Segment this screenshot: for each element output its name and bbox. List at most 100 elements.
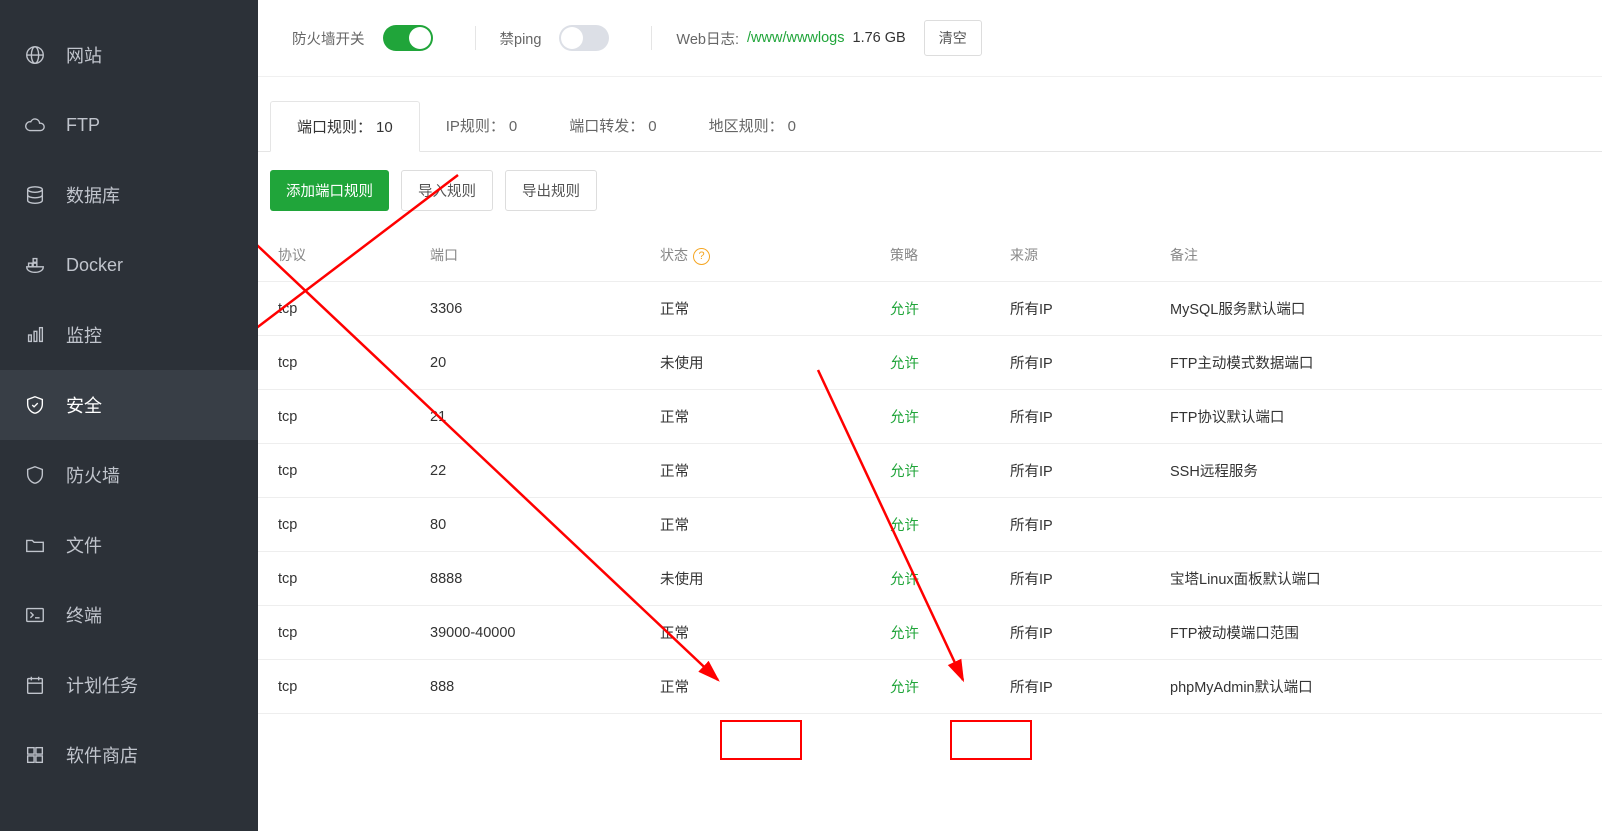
firewall-topbar: 防火墙开关 禁ping Web日志: /www/wwwlogs 1.76 GB …	[258, 0, 1602, 77]
table-row[interactable]: tcp21正常允许所有IPFTP协议默认端口	[258, 390, 1602, 444]
chart-icon	[24, 324, 46, 346]
cell-policy: 允许	[878, 390, 998, 444]
sidebar-item-label: 防火墙	[66, 462, 120, 488]
firewall-toggle[interactable]	[383, 25, 433, 51]
shield-icon	[24, 394, 46, 416]
port-rules-table: 协议 端口 状态? 策略 来源 备注 tcp3306正常允许所有IPMySQL服…	[258, 229, 1602, 714]
cell-source: 所有IP	[998, 552, 1158, 606]
sidebar-item-label: 安全	[66, 392, 102, 418]
table-row[interactable]: tcp3306正常允许所有IPMySQL服务默认端口	[258, 282, 1602, 336]
shield-solid-icon	[24, 464, 46, 486]
sidebar: 网站 FTP 数据库 Docker 监控 安全 防火墙 文件	[0, 0, 258, 831]
cell-policy: 允许	[878, 660, 998, 714]
cell-port: 21	[418, 390, 648, 444]
weblog-path-link[interactable]: /www/wwwlogs	[747, 30, 845, 46]
cell-policy: 允许	[878, 498, 998, 552]
cell-port: 8888	[418, 552, 648, 606]
terminal-icon	[24, 604, 46, 626]
sidebar-item-files[interactable]: 文件	[0, 510, 258, 580]
cell-source: 所有IP	[998, 606, 1158, 660]
sidebar-item-label: 文件	[66, 532, 102, 558]
folder-icon	[24, 534, 46, 556]
cell-status: 正常	[648, 606, 878, 660]
calendar-icon	[24, 674, 46, 696]
sidebar-item-database[interactable]: 数据库	[0, 160, 258, 230]
cell-remark: FTP协议默认端口	[1158, 390, 1602, 444]
cell-policy: 允许	[878, 606, 998, 660]
cell-remark: phpMyAdmin默认端口	[1158, 660, 1602, 714]
sidebar-item-label: 网站	[66, 42, 102, 68]
cell-status: 正常	[648, 282, 878, 336]
sidebar-item-label: 软件商店	[66, 742, 138, 768]
ping-label: 禁ping	[500, 28, 542, 49]
cell-policy: 允许	[878, 444, 998, 498]
cell-remark: 宝塔Linux面板默认端口	[1158, 552, 1602, 606]
cell-source: 所有IP	[998, 660, 1158, 714]
cell-protocol: tcp	[258, 498, 418, 552]
cell-protocol: tcp	[258, 444, 418, 498]
cell-status: 正常	[648, 390, 878, 444]
cell-remark: FTP被动模端口范围	[1158, 606, 1602, 660]
cell-source: 所有IP	[998, 282, 1158, 336]
sidebar-item-label: FTP	[66, 115, 100, 136]
cell-remark: MySQL服务默认端口	[1158, 282, 1602, 336]
tab-port-rules[interactable]: 端口规则：10	[270, 101, 420, 152]
cell-policy: 允许	[878, 282, 998, 336]
sidebar-item-docker[interactable]: Docker	[0, 230, 258, 300]
cell-status: 未使用	[648, 552, 878, 606]
divider	[475, 26, 476, 50]
rule-tabs: 端口规则：10 IP规则：0 端口转发：0 地区规则：0	[258, 101, 1602, 152]
sidebar-item-label: 计划任务	[66, 672, 138, 698]
cell-port: 80	[418, 498, 648, 552]
sidebar-item-firewall[interactable]: 防火墙	[0, 440, 258, 510]
sidebar-item-monitor[interactable]: 监控	[0, 300, 258, 370]
cell-protocol: tcp	[258, 282, 418, 336]
grid-icon	[24, 744, 46, 766]
cell-remark: SSH远程服务	[1158, 444, 1602, 498]
sidebar-item-label: 监控	[66, 322, 102, 348]
th-protocol: 协议	[258, 229, 418, 282]
table-row[interactable]: tcp20未使用允许所有IPFTP主动模式数据端口	[258, 336, 1602, 390]
ping-toggle[interactable]	[559, 25, 609, 51]
database-icon	[24, 184, 46, 206]
sidebar-item-website[interactable]: 网站	[0, 20, 258, 90]
annotation-box-port	[720, 720, 802, 760]
cell-port: 22	[418, 444, 648, 498]
cell-protocol: tcp	[258, 552, 418, 606]
table-row[interactable]: tcp39000-40000正常允许所有IPFTP被动模端口范围	[258, 606, 1602, 660]
table-row[interactable]: tcp80正常允许所有IP	[258, 498, 1602, 552]
sidebar-item-terminal[interactable]: 终端	[0, 580, 258, 650]
add-port-rule-button[interactable]: 添加端口规则	[270, 170, 389, 211]
cell-protocol: tcp	[258, 336, 418, 390]
sidebar-item-label: Docker	[66, 255, 123, 276]
help-icon[interactable]: ?	[693, 248, 710, 265]
firewall-switch-label: 防火墙开关	[292, 28, 365, 49]
cell-source: 所有IP	[998, 444, 1158, 498]
docker-icon	[24, 254, 46, 276]
cloud-icon	[24, 114, 46, 136]
sidebar-item-software[interactable]: 软件商店	[0, 720, 258, 790]
sidebar-item-cron[interactable]: 计划任务	[0, 650, 258, 720]
table-row[interactable]: tcp8888未使用允许所有IP宝塔Linux面板默认端口	[258, 552, 1602, 606]
cell-protocol: tcp	[258, 390, 418, 444]
import-rule-button[interactable]: 导入规则	[401, 170, 493, 211]
cell-policy: 允许	[878, 336, 998, 390]
clear-log-button[interactable]: 清空	[924, 20, 982, 56]
weblog-label: Web日志:	[676, 28, 739, 49]
sidebar-item-ftp[interactable]: FTP	[0, 90, 258, 160]
cell-protocol: tcp	[258, 606, 418, 660]
tab-ip-rules[interactable]: IP规则：0	[420, 101, 544, 151]
cell-policy: 允许	[878, 552, 998, 606]
th-status: 状态?	[648, 229, 878, 282]
sidebar-item-label: 数据库	[66, 182, 120, 208]
tab-port-forward[interactable]: 端口转发：0	[543, 101, 682, 151]
export-rule-button[interactable]: 导出规则	[505, 170, 597, 211]
table-row[interactable]: tcp22正常允许所有IPSSH远程服务	[258, 444, 1602, 498]
tab-region-rules[interactable]: 地区规则：0	[683, 101, 822, 151]
th-remark: 备注	[1158, 229, 1602, 282]
cell-port: 39000-40000	[418, 606, 648, 660]
cell-source: 所有IP	[998, 336, 1158, 390]
sidebar-item-security[interactable]: 安全	[0, 370, 258, 440]
table-row[interactable]: tcp888正常允许所有IPphpMyAdmin默认端口	[258, 660, 1602, 714]
cell-remark: FTP主动模式数据端口	[1158, 336, 1602, 390]
